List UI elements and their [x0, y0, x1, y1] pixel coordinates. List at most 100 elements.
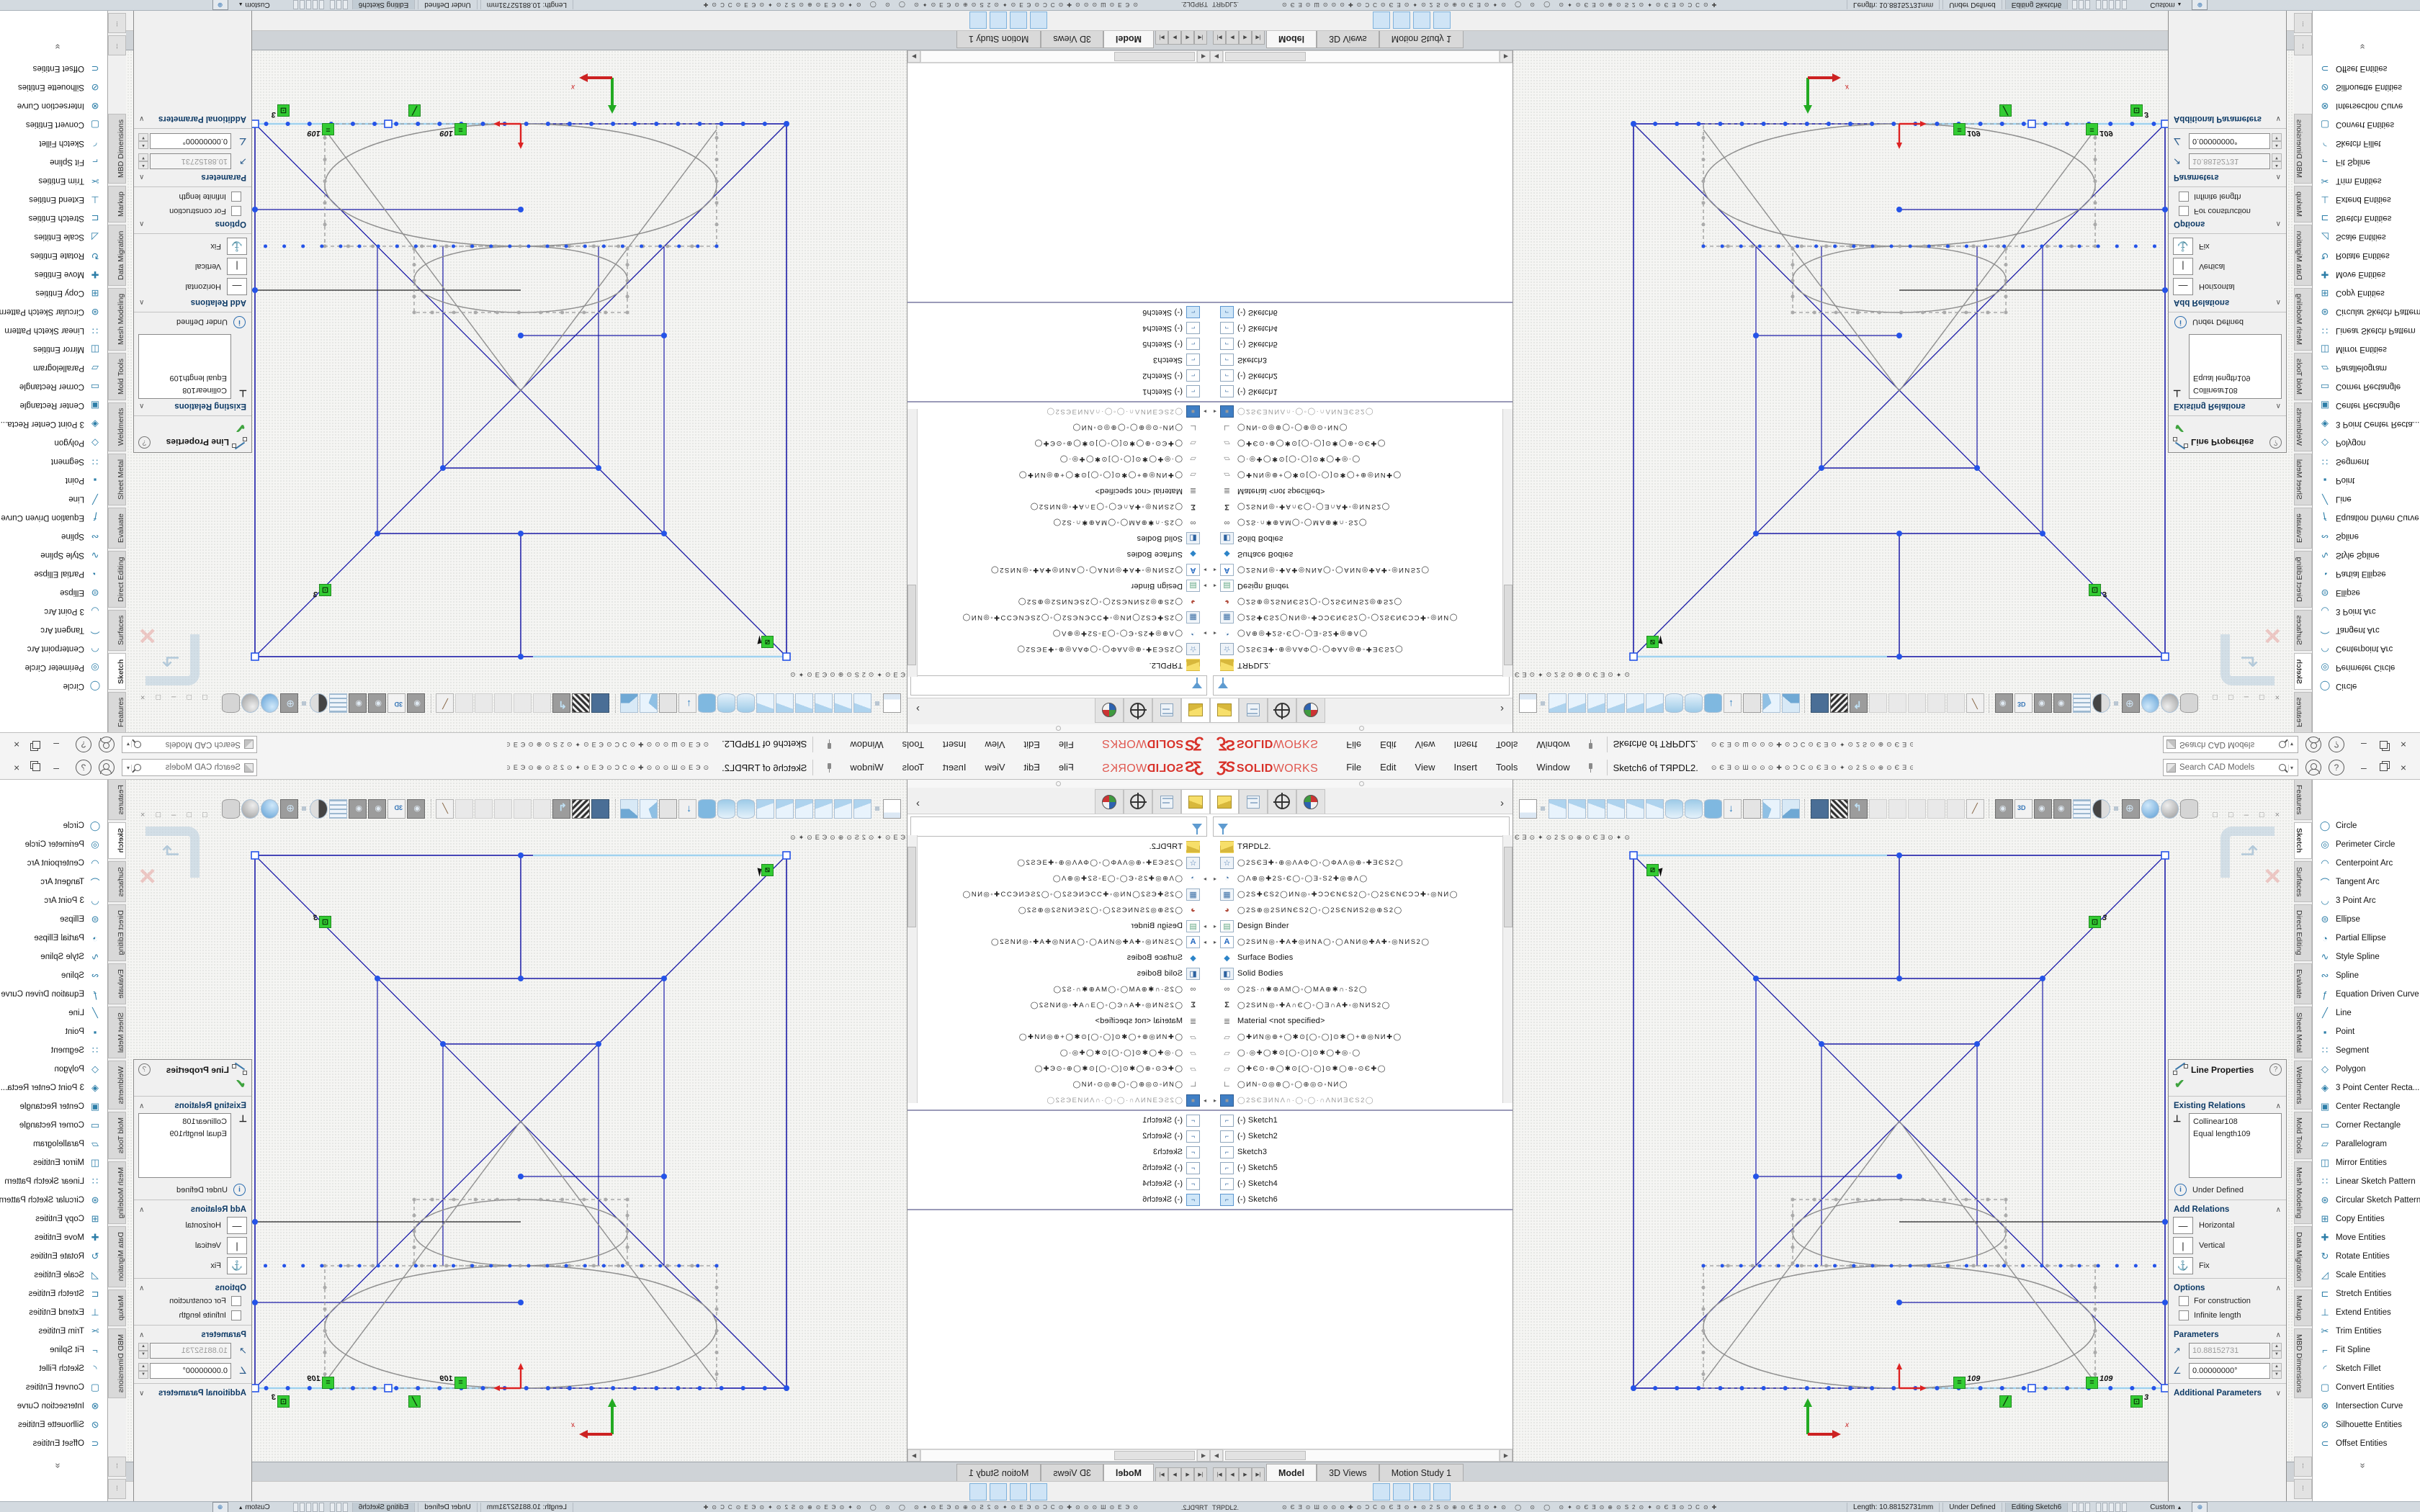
tab-property-manager[interactable] [1239, 698, 1268, 723]
expander-icon[interactable]: ▸ [1200, 939, 1210, 945]
tree-item[interactable]: ◆ Surface Bodies [1210, 546, 1512, 562]
tree-item[interactable]: Σ ◯2SИN◎◦✚Α∩Є◯◦◯Ǝ∩Α✚◦◎NИS2◯ [908, 997, 1210, 1013]
sketch-tool-item[interactable]: ◡ 3 Point Arc [0, 891, 107, 910]
panel-expand-chevron-icon[interactable]: › [908, 698, 920, 715]
relation-button[interactable]: ⚓ Fix [134, 236, 251, 256]
sketch-item[interactable]: ⌐ (-) Sketch5 [908, 336, 1210, 352]
tab-property-manager[interactable] [1152, 698, 1181, 723]
vertical-tab[interactable]: Features [2294, 779, 2312, 820]
search-icon[interactable] [134, 764, 141, 771]
sketch-tool-item[interactable]: ◯ Circle [2313, 816, 2420, 835]
sketch-tool-item[interactable]: ∷ Linear Sketch Pattern [0, 321, 107, 340]
scrollbar-thumb[interactable] [1504, 847, 1512, 927]
sketch-item[interactable]: ⌐ (-) Sketch6 [1210, 1192, 1512, 1207]
pin-icon[interactable] [1585, 739, 1595, 750]
document-tab[interactable]: 3D Views [1317, 1464, 1379, 1482]
command-icon[interactable] [2122, 799, 2140, 819]
sketch-tool-item[interactable]: ⌐ Fit Spline [2313, 153, 2420, 171]
tree-filter-input[interactable] [1213, 816, 1510, 837]
globe-button[interactable]: ⊕ [2192, 1502, 2208, 1512]
sketch-tool-item[interactable]: ∾ Spline [2313, 966, 2420, 985]
sketch-tool-item[interactable]: ⊞ Copy Entities [2313, 1210, 2420, 1228]
tree-item[interactable]: ◆ Surface Bodies [1210, 950, 1512, 966]
command-icon[interactable] [387, 694, 405, 714]
relation-badge[interactable]: ╱ [408, 1395, 421, 1408]
close-button[interactable]: × [2394, 757, 2413, 778]
menu-item[interactable]: Insert [1445, 734, 1487, 755]
sketch-tool-item[interactable]: ▣ Center Rectangle [2313, 396, 2420, 415]
command-icon[interactable] [659, 694, 677, 714]
quick-access-toolbar[interactable]: ⊙ЄƎ⊙Ш⊙⊙⊙✚⊙ƆC⊙ЄƎ⊙✦⊙2S⊙⊕⊙ЄƎ⊙✦⊙◯⊙◯⊙✦⊙ЄƎ⊙⊕⊙S… [1711, 741, 1913, 749]
command-icon[interactable] [1724, 694, 1742, 714]
bottom-toolbar-icon[interactable] [1413, 12, 1430, 29]
sketch-item[interactable]: ⌐ (-) Sketch5 [1210, 1160, 1512, 1176]
tree-item[interactable]: ▸ ◔ ◯Λ⊕◎✚2S◦Є◯◦◯Ǝ◦S2✚◎⊕Λ◯ [1210, 626, 1512, 642]
close-button[interactable]: × [2394, 734, 2413, 755]
sketch-tool-item[interactable]: ƒ Equation Driven Curve [0, 985, 107, 1004]
relation-button[interactable]: — Horizontal [2169, 1215, 2286, 1236]
vertical-tab[interactable]: Evaluate [108, 508, 126, 549]
panel-splitter-handle[interactable] [1210, 779, 1512, 788]
vertical-tab[interactable]: Mold Tools [108, 353, 126, 400]
menu-item[interactable]: Window [1527, 757, 1579, 778]
bottom-toolbar-icon[interactable] [1111, 1483, 1128, 1500]
close-button[interactable]: × [7, 757, 26, 778]
sketch-tool-item[interactable]: ⊂ Offset Entities [2313, 1434, 2420, 1453]
tree-item[interactable]: ☆ ◯2SЄƎ✚◦⊕◎ΛΑΦ◯◦◯ΦΑΛ◎⊕◦✚ƎЄS2◯ [1210, 855, 1512, 870]
tree-item[interactable]: ▸ ▤ Design Binder [1210, 918, 1512, 934]
command-icon[interactable] [1743, 694, 1761, 714]
command-icon[interactable] [387, 799, 405, 819]
relation-button[interactable]: | Vertical [134, 256, 251, 276]
tree-item[interactable]: ◕ ◯2S⊕◎2SИNЄS2◯◦◯2SЄNИS2◎⊕S2◯ [1210, 902, 1512, 918]
command-icon[interactable] [815, 799, 833, 819]
document-tab[interactable]: Model [1266, 30, 1317, 48]
sketch-tool-item[interactable]: ⌐ Fit Spline [0, 1341, 107, 1359]
expander-icon[interactable]: ▸ [1200, 923, 1210, 930]
scrollbar-thumb[interactable] [1225, 1451, 1306, 1460]
sketch-tool-item[interactable]: ƒ Equation Driven Curve [2313, 508, 2420, 527]
sketch-tool-item[interactable]: ⊥ Extend Entities [0, 190, 107, 209]
bottom-toolbar-icon[interactable] [1353, 12, 1370, 29]
command-icon[interactable] [1762, 799, 1780, 819]
command-icon[interactable] [310, 694, 328, 714]
tree-item[interactable]: ☆ ◯2SЄƎ✚◦⊕◎ΛΑΦ◯◦◯ΦΑΛ◎⊕◦✚ƎЄS2◯ [1210, 642, 1512, 657]
command-icon[interactable] [640, 799, 658, 819]
minimize-button[interactable]: – [47, 757, 66, 778]
tree-filter-input[interactable] [910, 816, 1207, 837]
command-icon[interactable] [659, 799, 677, 819]
existing-relations-header[interactable]: Existing Relations ∧ [2169, 400, 2286, 413]
tree-item[interactable]: ∟ ◯ИN◦⊙◎⊕◯◦◯⊕◎⊙◦NИ◯ [908, 1076, 1210, 1092]
command-icon[interactable] [815, 694, 833, 714]
bottom-toolbar-icon[interactable] [1010, 1483, 1027, 1500]
sketch-tool-item[interactable]: ⊜ Ellipse [0, 910, 107, 929]
vertical-tab[interactable]: Features [2294, 692, 2312, 733]
command-icon[interactable] [1568, 799, 1586, 819]
bottom-toolbar-icon[interactable] [1131, 1483, 1148, 1500]
sketch-tool-item[interactable]: ⊥ Extend Entities [2313, 1303, 2420, 1322]
bottom-toolbar-icon[interactable] [1373, 1483, 1390, 1500]
command-icon[interactable] [475, 694, 493, 714]
user-account-button[interactable] [99, 760, 115, 775]
relation-badge[interactable]: ⊡3 [300, 582, 331, 599]
command-icon[interactable] [1607, 694, 1625, 714]
search-dropdown-icon[interactable]: ▾ [125, 742, 132, 748]
bottom-toolbar-icon[interactable] [1070, 12, 1088, 29]
sketch-item[interactable]: ⌐ (-) Sketch2 [908, 368, 1210, 384]
menu-item[interactable]: Window [841, 757, 892, 778]
vertical-tab[interactable]: Evaluate [2294, 963, 2312, 1004]
sketch-tool-item[interactable]: ◎ Perimeter Circle [2313, 658, 2420, 677]
sketch-tool-item[interactable]: ⊛ Circular Sketch Pattern [2313, 302, 2420, 321]
sketch-tool-item[interactable]: ƒ Equation Driven Curve [2313, 985, 2420, 1004]
tree-item[interactable]: Σ ◯2SИN◎◦✚Α∩Є◯◦◯Ǝ∩Α✚◦◎NИS2◯ [908, 499, 1210, 515]
scrollbar-thumb[interactable] [1225, 52, 1306, 61]
tree-item[interactable]: ▸ ◔ ◯Λ⊕◎✚2S◦Є◯◦◯Ǝ◦S2✚◎⊕Λ◯ [908, 626, 1210, 642]
sketch-tool-item[interactable]: ◫ Mirror Entities [0, 340, 107, 359]
sketch-tool-item[interactable]: ◇ Polygon [2313, 433, 2420, 452]
sketch-tool-item[interactable]: ⌒ Tangent Arc [2313, 873, 2420, 891]
tree-item[interactable]: ∟ ◯ИN◦⊙◎⊕◯◦◯⊕◎⊙◦NИ◯ [1210, 1076, 1512, 1092]
vertical-tab[interactable]: Markup [108, 186, 126, 222]
panel-splitter-handle[interactable] [908, 779, 1210, 788]
globe-button[interactable]: ⊕ [212, 0, 228, 10]
menu-item[interactable]: Edit [1371, 734, 1405, 755]
command-icon[interactable] [302, 806, 306, 811]
